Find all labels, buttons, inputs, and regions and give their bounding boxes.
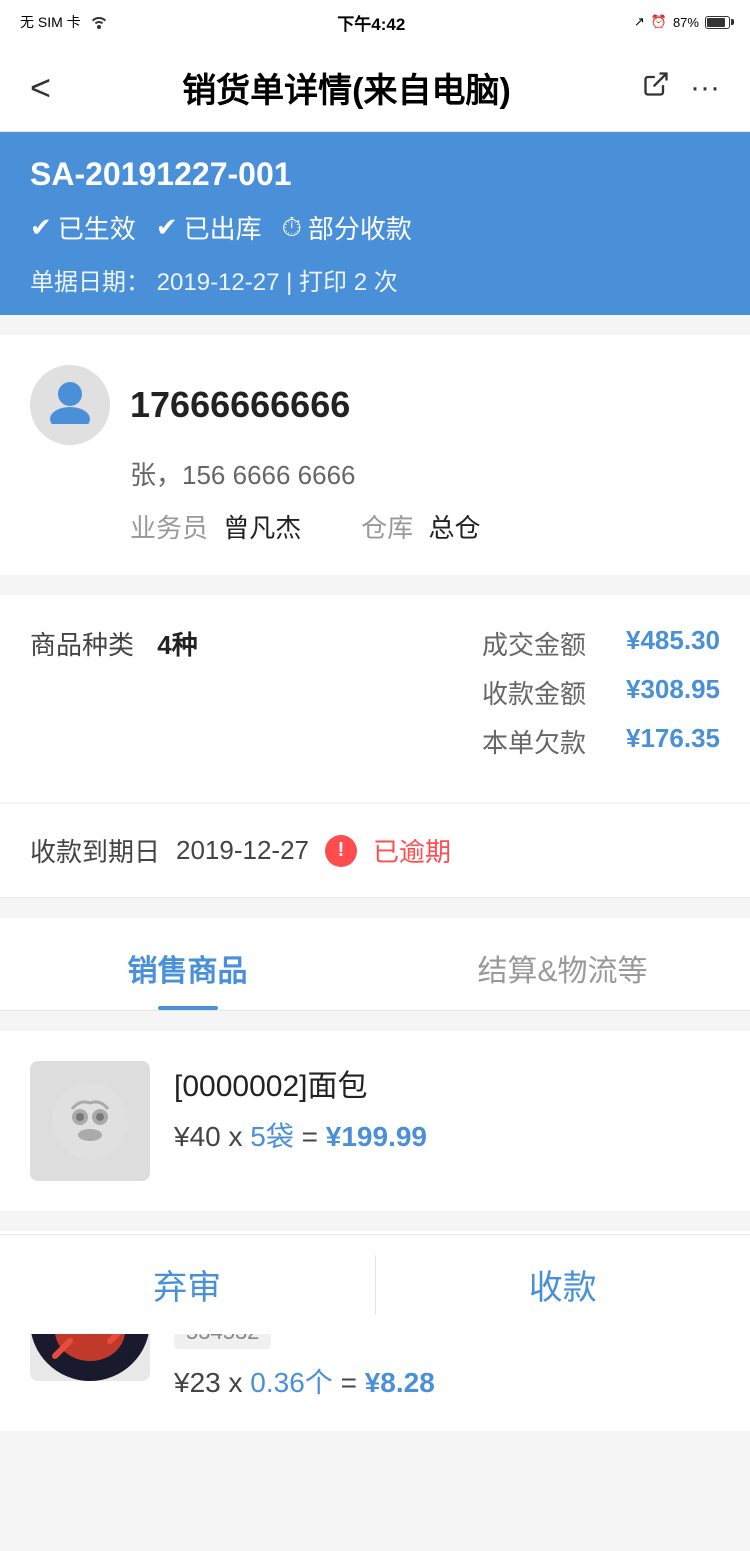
product-type: 商品种类 4种 bbox=[30, 625, 198, 662]
status-left: 无 SIM 卡 bbox=[20, 12, 109, 32]
bottom-bar: 弃审 收款 bbox=[0, 1234, 750, 1334]
nav-actions: ··· bbox=[642, 70, 720, 106]
debt-amount: 本单欠款 ¥176.35 bbox=[482, 723, 720, 760]
confirm-button[interactable]: 收款 bbox=[376, 1235, 750, 1334]
customer-main-row: 17666666666 bbox=[30, 365, 720, 445]
check-icon: ✔ bbox=[30, 212, 52, 243]
carrier-label: 无 SIM 卡 bbox=[20, 12, 81, 32]
tab-products[interactable]: 销售商品 bbox=[0, 918, 375, 1010]
alarm-icon: ⏰ bbox=[651, 14, 667, 30]
more-button[interactable]: ··· bbox=[690, 71, 720, 105]
customer-meta: 业务员 曾凡杰 仓库 总仓 bbox=[130, 508, 720, 545]
nav-bar: < 销货单详情(来自电脑) ··· bbox=[0, 44, 750, 132]
customer-name-phone: 张，156 6666 6666 bbox=[130, 455, 720, 492]
check-icon-2: ✔ bbox=[156, 212, 178, 243]
badge-effective: ✔ 已生效 bbox=[30, 209, 136, 246]
product-price-2: ¥23 x 0.36个 = ¥8.28 bbox=[174, 1361, 720, 1401]
transaction-amount: 成交金额 ¥485.30 bbox=[482, 625, 720, 662]
summary-section: 商品种类 4种 成交金额 ¥485.30 收款金额 ¥308.95 本单欠款 ¥… bbox=[0, 595, 750, 802]
product-info-1: [0000002]面包 ¥40 x 5袋 = ¥199.99 bbox=[174, 1061, 720, 1155]
overdue-icon: ! bbox=[325, 835, 357, 867]
amounts: 成交金额 ¥485.30 收款金额 ¥308.95 本单欠款 ¥176.35 bbox=[482, 625, 720, 772]
clock-icon: ⏱ bbox=[282, 212, 302, 244]
cancel-button[interactable]: 弃审 bbox=[0, 1235, 375, 1334]
product-list: [0000002]面包 ¥40 x 5袋 = ¥199.99 bbox=[0, 1031, 750, 1431]
status-time: 下午4:42 bbox=[337, 10, 405, 35]
order-id: SA-20191227-001 bbox=[30, 156, 720, 193]
header-banner: SA-20191227-001 ✔ 已生效 ✔ 已出库 ⏱ 部分收款 单据日期：… bbox=[0, 132, 750, 315]
customer-section: 17666666666 张，156 6666 6666 业务员 曾凡杰 仓库 总… bbox=[0, 335, 750, 575]
product-image-placeholder-1 bbox=[30, 1061, 150, 1181]
back-button[interactable]: < bbox=[30, 67, 51, 109]
badge-shipped: ✔ 已出库 bbox=[156, 209, 262, 246]
tab-settlement[interactable]: 结算&物流等 bbox=[375, 918, 750, 1010]
user-icon bbox=[45, 374, 95, 436]
overdue-label: 已逾期 bbox=[373, 832, 451, 869]
sales-info: 业务员 曾凡杰 bbox=[130, 508, 301, 545]
received-amount: 收款金额 ¥308.95 bbox=[482, 674, 720, 711]
due-date-section: 收款到期日 2019-12-27 ! 已逾期 bbox=[0, 804, 750, 898]
share-button[interactable] bbox=[642, 70, 670, 106]
status-bar: 无 SIM 卡 下午4:42 ↗ ⏰ 87% bbox=[0, 0, 750, 44]
status-right: ↗ ⏰ 87% bbox=[634, 14, 730, 30]
header-date-row: 单据日期： 2019-12-27 | 打印 2 次 bbox=[30, 262, 720, 297]
status-badges: ✔ 已生效 ✔ 已出库 ⏱ 部分收款 bbox=[30, 209, 720, 246]
badge-partial: ⏱ 部分收款 bbox=[282, 209, 412, 246]
tabs: 销售商品 结算&物流等 bbox=[0, 918, 750, 1011]
wifi-icon bbox=[89, 13, 109, 32]
battery-percent: 87% bbox=[673, 15, 699, 30]
battery-icon bbox=[705, 16, 730, 29]
product-thumbnail-1 bbox=[30, 1061, 150, 1181]
avatar bbox=[30, 365, 110, 445]
list-item: [0000002]面包 ¥40 x 5袋 = ¥199.99 bbox=[0, 1031, 750, 1211]
customer-phone: 17666666666 bbox=[130, 384, 350, 426]
product-name-1: [0000002]面包 bbox=[174, 1061, 720, 1105]
location-icon: ↗ bbox=[634, 14, 645, 30]
page-title: 销货单详情(来自电脑) bbox=[182, 63, 511, 112]
product-price-1: ¥40 x 5袋 = ¥199.99 bbox=[174, 1115, 720, 1155]
warehouse-info: 仓库 总仓 bbox=[361, 508, 480, 545]
